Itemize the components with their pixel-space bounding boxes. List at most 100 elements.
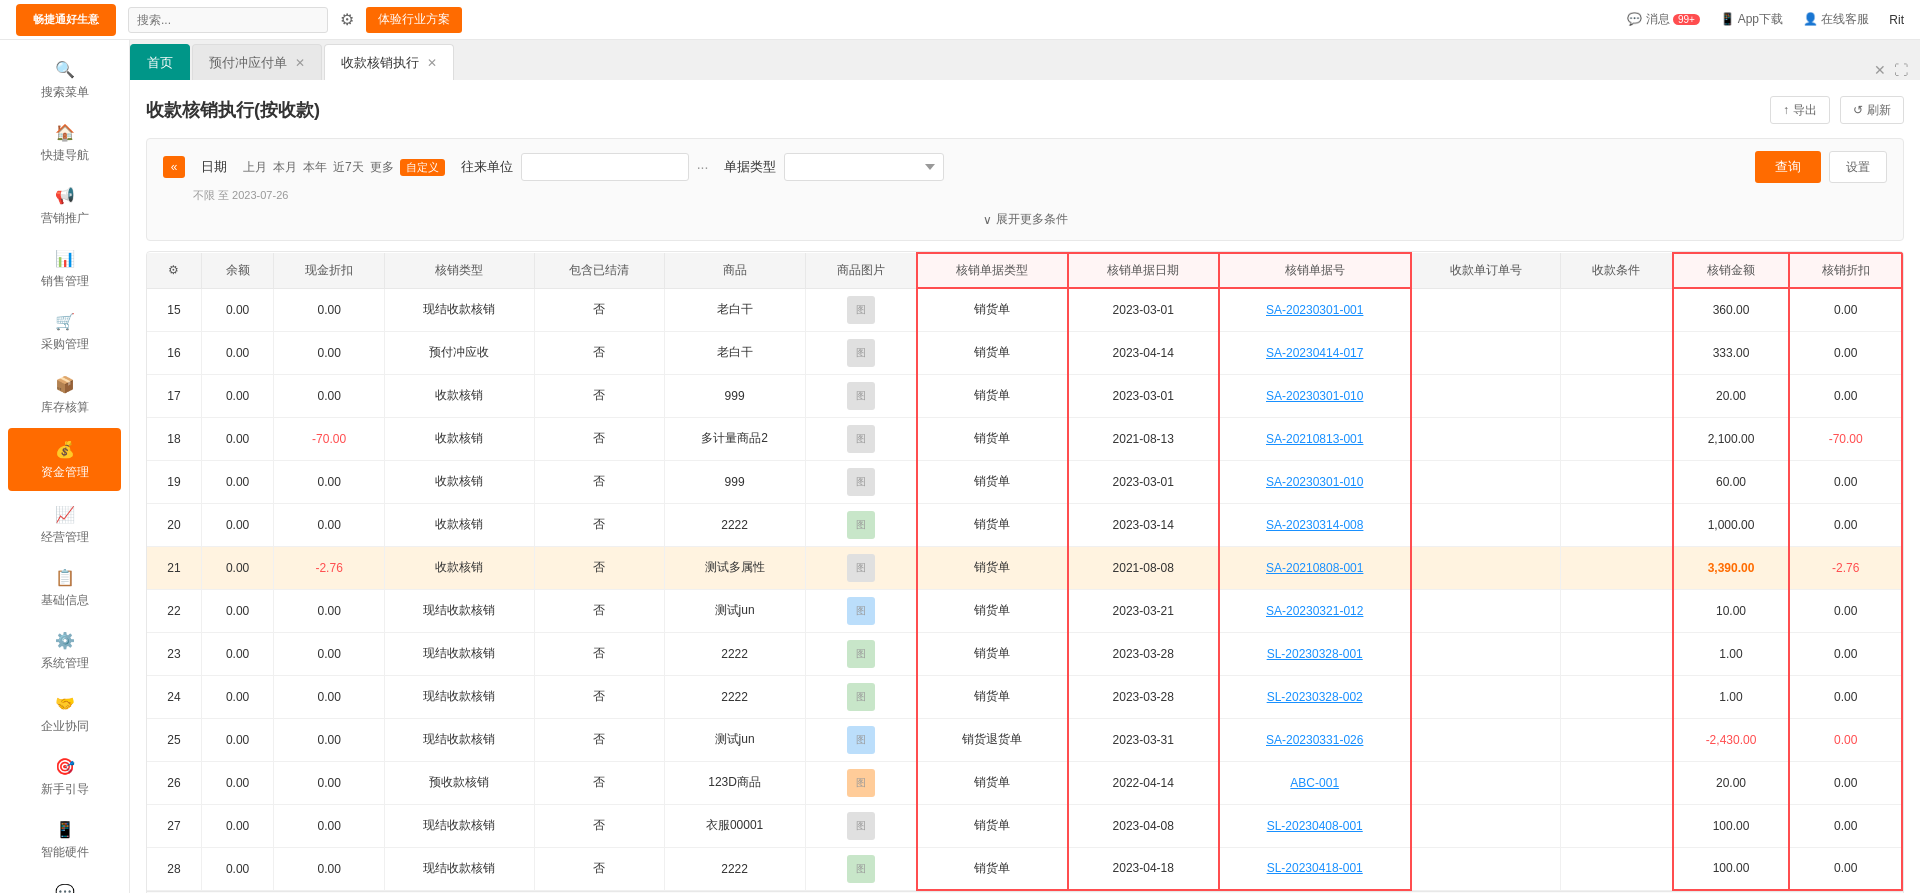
td-cash-discount: 0.00 — [274, 374, 385, 417]
td-goods: 2222 — [664, 503, 805, 546]
sidebar-item-hardware[interactable]: 📱 智能硬件 — [0, 808, 129, 871]
filter-bill-type: 单据类型 — [724, 153, 944, 181]
finance-icon: 💰 — [54, 438, 76, 460]
td-bill-no[interactable]: SL-20230328-002 — [1219, 675, 1411, 718]
top-search-input[interactable] — [128, 7, 328, 33]
export-button[interactable]: ↑ 导出 — [1770, 96, 1830, 124]
sidebar-item-operation[interactable]: 📈 经营管理 — [0, 493, 129, 556]
td-writeoff-discount: 0.00 — [1789, 460, 1902, 503]
app-download-link[interactable]: 📱 App下载 — [1720, 11, 1783, 28]
td-bill-no[interactable]: SA-20230301-010 — [1219, 460, 1411, 503]
date-link-this-year[interactable]: 本年 — [303, 159, 327, 176]
sidebar-item-marketing[interactable]: 📢 营销推广 — [0, 174, 129, 237]
td-cash-discount: -70.00 — [274, 417, 385, 460]
td-bill-no[interactable]: SA-20230321-012 — [1219, 589, 1411, 632]
content-area: 收款核销执行(按收款) ↑ 导出 ↺ 刷新 « 日期 — [130, 80, 1920, 893]
query-button[interactable]: 查询 — [1755, 151, 1821, 183]
td-bill-type: 销货单 — [917, 503, 1068, 546]
table-header-row: ⚙ 余额 现金折扣 核销类型 包含已结清 商品 商品图片 核销单据类型 核销单据… — [147, 253, 1902, 288]
td-include-settled: 否 — [534, 331, 664, 374]
window-minimize-icon[interactable]: ✕ — [1874, 62, 1886, 78]
th-settings[interactable]: ⚙ — [147, 253, 201, 288]
th-bill-type: 核销单据类型 — [917, 253, 1068, 288]
date-link-last-month[interactable]: 上月 — [243, 159, 267, 176]
sidebar-item-search[interactable]: 🔍 搜索菜单 — [0, 48, 129, 111]
td-goods: 衣服00001 — [664, 804, 805, 847]
td-bill-type: 销货单 — [917, 632, 1068, 675]
td-bill-no[interactable]: SA-20210808-001 — [1219, 546, 1411, 589]
td-bill-no[interactable]: ABC-001 — [1219, 761, 1411, 804]
industry-solution-button[interactable]: 体验行业方案 — [366, 7, 462, 33]
sidebar-item-basic[interactable]: 📋 基础信息 — [0, 556, 129, 619]
sidebar-item-sales[interactable]: 📊 销售管理 — [0, 237, 129, 300]
refresh-button[interactable]: ↺ 刷新 — [1840, 96, 1904, 124]
td-bill-no[interactable]: SA-20230301-010 — [1219, 374, 1411, 417]
td-bill-no[interactable]: SA-20230314-008 — [1219, 503, 1411, 546]
sidebar-item-purchase[interactable]: 🛒 采购管理 — [0, 300, 129, 363]
sidebar-item-guide[interactable]: 🎯 新手引导 — [0, 745, 129, 808]
td-writeoff-amount: 20.00 — [1673, 374, 1790, 417]
td-bill-date: 2023-03-28 — [1068, 632, 1219, 675]
td-receipt-order-no — [1411, 546, 1561, 589]
td-bill-date: 2023-04-08 — [1068, 804, 1219, 847]
tab-collection-close[interactable]: ✕ — [427, 56, 437, 70]
date-link-this-month[interactable]: 本月 — [273, 159, 297, 176]
message-icon[interactable]: 💬 消息 99+ — [1627, 11, 1700, 28]
sidebar-item-shortcut[interactable]: 🏠 快捷导航 — [0, 111, 129, 174]
sidebar-item-system[interactable]: ⚙️ 系统管理 — [0, 619, 129, 682]
table-row: 20 0.00 0.00 收款核销 否 2222 图 销货单 2023-03-1… — [147, 503, 1902, 546]
sidebar-item-finance[interactable]: 💰 资金管理 — [8, 428, 121, 491]
td-include-settled: 否 — [534, 589, 664, 632]
filter-collapse-button[interactable]: « — [163, 156, 185, 178]
filter-date-label: 日期 — [201, 158, 227, 176]
inventory-icon: 📦 — [54, 373, 76, 395]
date-range-display: 不限 至 2023-07-26 — [163, 187, 1887, 203]
expand-conditions-button[interactable]: ∨ 展开更多条件 — [983, 211, 1068, 228]
settings-button[interactable]: 设置 — [1829, 151, 1887, 183]
online-service-link[interactable]: 👤 在线客服 — [1803, 11, 1869, 28]
th-goods-img: 商品图片 — [805, 253, 917, 288]
counterpart-ellipsis[interactable]: ··· — [697, 159, 709, 175]
td-writeoff-type: 预收款核销 — [385, 761, 534, 804]
td-writeoff-discount: 0.00 — [1789, 374, 1902, 417]
td-writeoff-amount: -2,430.00 — [1673, 718, 1790, 761]
td-writeoff-amount: 100.00 — [1673, 847, 1790, 890]
tab-collection[interactable]: 收款核销执行 ✕ — [324, 44, 454, 80]
sidebar-item-collab[interactable]: 🤝 企业协同 — [0, 682, 129, 745]
sidebar-item-wechat[interactable]: 💬 企业微信 — [0, 871, 129, 893]
td-bill-no[interactable]: SA-20210813-001 — [1219, 417, 1411, 460]
td-bill-no[interactable]: SA-20230301-001 — [1219, 288, 1411, 331]
date-link-more[interactable]: 更多 — [370, 159, 394, 176]
td-writeoff-discount: 0.00 — [1789, 675, 1902, 718]
export-icon: ↑ — [1783, 103, 1789, 117]
table-row: 25 0.00 0.00 现结收款核销 否 测试jun 图 销货退货单 2023… — [147, 718, 1902, 761]
td-bill-date: 2021-08-13 — [1068, 417, 1219, 460]
td-include-settled: 否 — [534, 417, 664, 460]
table-body: 15 0.00 0.00 现结收款核销 否 老白干 图 销货单 2023-03-… — [147, 288, 1902, 890]
tab-prepay[interactable]: 预付冲应付单 ✕ — [192, 44, 322, 80]
gear-icon[interactable]: ⚙ — [340, 10, 354, 29]
td-balance: 0.00 — [201, 632, 273, 675]
td-bill-no[interactable]: SL-20230328-001 — [1219, 632, 1411, 675]
table-row: 23 0.00 0.00 现结收款核销 否 2222 图 销货单 2023-03… — [147, 632, 1902, 675]
counterpart-input[interactable] — [521, 153, 689, 181]
td-bill-no[interactable]: SA-20230331-026 — [1219, 718, 1411, 761]
td-receipt-order-no — [1411, 761, 1561, 804]
bill-type-select[interactable] — [784, 153, 944, 181]
td-receipt-order-no — [1411, 675, 1561, 718]
date-link-7days[interactable]: 近7天 — [333, 159, 364, 176]
td-no: 24 — [147, 675, 201, 718]
tab-home[interactable]: 首页 — [130, 44, 190, 80]
window-maximize-icon[interactable]: ⛶ — [1894, 62, 1908, 78]
sidebar-item-inventory[interactable]: 📦 库存核算 — [0, 363, 129, 426]
td-writeoff-discount: -70.00 — [1789, 417, 1902, 460]
td-writeoff-discount: 0.00 — [1789, 847, 1902, 890]
th-writeoff-amount: 核销金额 — [1673, 253, 1790, 288]
td-include-settled: 否 — [534, 288, 664, 331]
td-bill-no[interactable]: SL-20230408-001 — [1219, 804, 1411, 847]
date-custom-badge[interactable]: 自定义 — [400, 159, 445, 176]
td-bill-no[interactable]: SA-20230414-017 — [1219, 331, 1411, 374]
td-bill-no[interactable]: SL-20230418-001 — [1219, 847, 1411, 890]
tab-prepay-close[interactable]: ✕ — [295, 56, 305, 70]
td-goods: 999 — [664, 374, 805, 417]
